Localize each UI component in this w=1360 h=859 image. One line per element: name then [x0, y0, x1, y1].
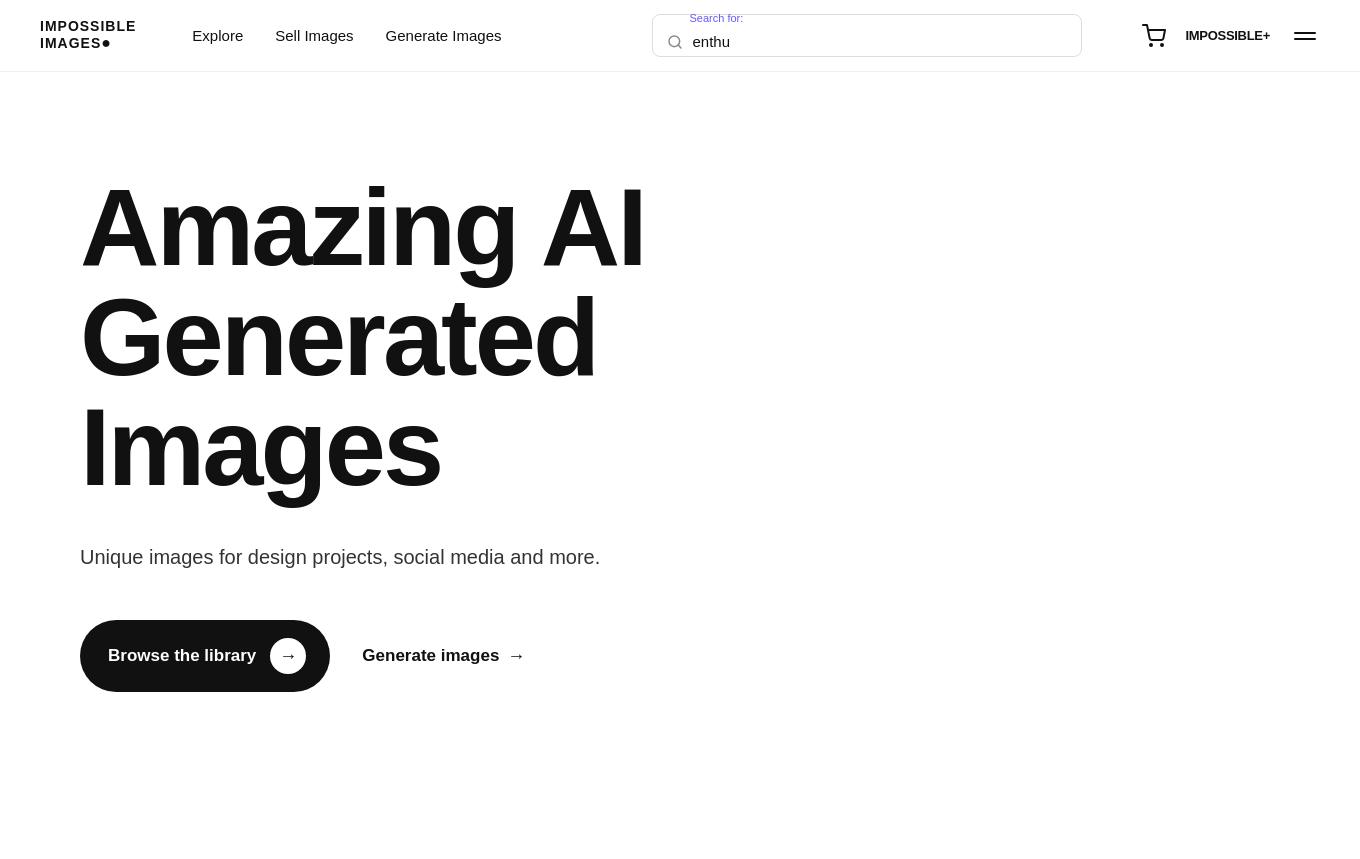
menu-button[interactable] — [1290, 28, 1320, 44]
menu-line-1 — [1294, 32, 1316, 34]
hero-content: Amazing AI Generated Images Unique image… — [0, 72, 800, 772]
logo-text: IMPOSSIBLEIMAGES● — [40, 19, 136, 52]
hero-title: Amazing AI Generated Images — [80, 172, 720, 502]
svg-line-1 — [678, 45, 681, 48]
search-input[interactable] — [693, 33, 1067, 50]
impossible-plus-badge[interactable]: IMPOSSIBLE+ — [1186, 28, 1270, 43]
search-container: Search for: — [652, 14, 1082, 57]
logo[interactable]: IMPOSSIBLEIMAGES● — [40, 19, 136, 52]
nav-sell-images[interactable]: Sell Images — [275, 27, 353, 44]
hero-subtitle: Unique images for design projects, socia… — [80, 542, 630, 572]
browse-library-arrow-icon: → — [270, 638, 306, 674]
search-wrapper — [652, 14, 1082, 57]
menu-line-2 — [1294, 38, 1316, 40]
generate-images-button[interactable]: Generate images → — [362, 646, 525, 667]
hero-actions: Browse the library → Generate images → — [80, 620, 720, 692]
nav-generate-images[interactable]: Generate Images — [386, 27, 502, 44]
generate-images-label: Generate images — [362, 646, 499, 666]
header: IMPOSSIBLEIMAGES● Explore Sell Images Ge… — [0, 0, 1360, 72]
svg-point-3 — [1161, 44, 1163, 46]
svg-point-2 — [1150, 44, 1152, 46]
header-right: IMPOSSIBLE+ — [1142, 24, 1320, 48]
hero-section: Amazing AI Generated Images Unique image… — [0, 72, 1360, 772]
nav-explore[interactable]: Explore — [192, 27, 243, 44]
generate-images-arrow-icon: → — [507, 646, 525, 667]
browse-library-label: Browse the library — [108, 646, 256, 666]
main-nav: Explore Sell Images Generate Images — [192, 27, 501, 44]
browse-library-button[interactable]: Browse the library → — [80, 620, 330, 692]
search-icon — [667, 34, 683, 50]
cart-button[interactable] — [1142, 24, 1166, 48]
